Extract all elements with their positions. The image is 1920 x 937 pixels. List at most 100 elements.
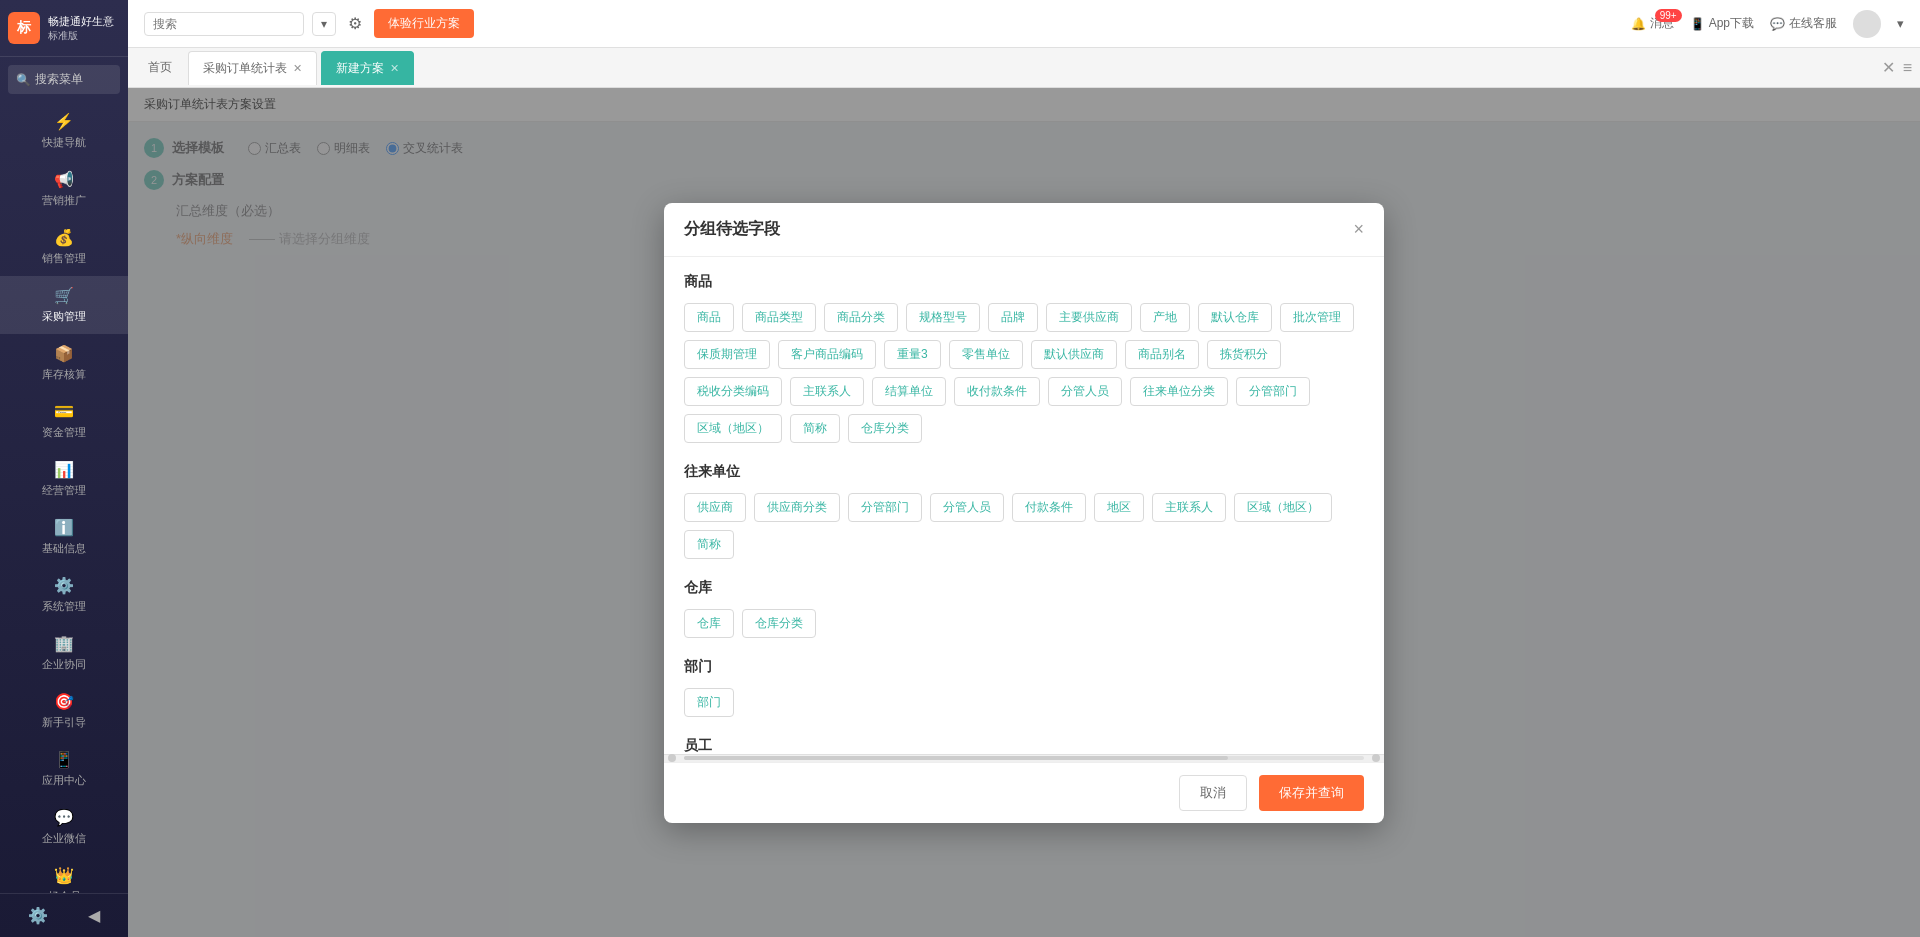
tag-goods-11[interactable]: 重量3 <box>884 340 941 369</box>
tab-new-plan[interactable]: 新建方案 ✕ <box>321 51 414 85</box>
sidebar-item-member[interactable]: 👑 畅会员 <box>0 856 128 893</box>
tag-goods-4[interactable]: 品牌 <box>988 303 1038 332</box>
modal-close-button[interactable]: × <box>1353 220 1364 238</box>
tag-goods-9[interactable]: 保质期管理 <box>684 340 770 369</box>
tag-goods-12[interactable]: 零售单位 <box>949 340 1023 369</box>
sidebar-nav: ⚡ 快捷导航 📢 营销推广 💰 销售管理 🛒 采购管理 📦 库存核算 💳 资金管… <box>0 102 128 893</box>
tabbar: 首页 采购订单统计表 ✕ 新建方案 ✕ ✕ ≡ <box>128 48 1920 88</box>
tab-new-plan-close[interactable]: ✕ <box>390 62 399 75</box>
tag-goods-25[interactable]: 仓库分类 <box>848 414 922 443</box>
tag-dept-0[interactable]: 部门 <box>684 688 734 717</box>
sidebar-search[interactable]: 🔍 搜索菜单 <box>0 57 128 102</box>
tag-goods-2[interactable]: 商品分类 <box>824 303 898 332</box>
tag-goods-19[interactable]: 收付款条件 <box>954 377 1040 406</box>
tag-goods-24[interactable]: 简称 <box>790 414 840 443</box>
tag-goods-20[interactable]: 分管人员 <box>1048 377 1122 406</box>
tag-cp-4[interactable]: 付款条件 <box>1012 493 1086 522</box>
sidebar-item-system[interactable]: ⚙️ 系统管理 <box>0 566 128 624</box>
settings-icon-btn[interactable]: ⚙ <box>348 14 362 33</box>
tag-goods-10[interactable]: 客户商品编码 <box>778 340 876 369</box>
modal-body[interactable]: 商品 商品 商品类型 商品分类 规格型号 品牌 主要供应商 产地 默认仓库 批次… <box>664 257 1384 755</box>
modal-footer: 取消 保存并查询 <box>664 762 1384 823</box>
wechat-icon: 💬 <box>54 808 74 827</box>
tag-wh-1[interactable]: 仓库分类 <box>742 609 816 638</box>
scroll-left-btn[interactable] <box>668 754 676 762</box>
user-dropdown-btn[interactable]: ▾ <box>1897 16 1904 31</box>
user-avatar[interactable] <box>1853 10 1881 38</box>
purchase-icon: 🛒 <box>54 286 74 305</box>
tag-cp-8[interactable]: 简称 <box>684 530 734 559</box>
section-warehouse-tags: 仓库 仓库分类 <box>684 609 1364 638</box>
tag-goods-3[interactable]: 规格型号 <box>906 303 980 332</box>
section-employee: 员工 业务员 <box>684 737 1364 755</box>
sidebar-item-wechat[interactable]: 💬 企业微信 <box>0 798 128 856</box>
operations-icon: 📊 <box>54 460 74 479</box>
app-download-item[interactable]: 📱 App下载 <box>1690 15 1754 32</box>
tag-goods-14[interactable]: 商品别名 <box>1125 340 1199 369</box>
tag-cp-0[interactable]: 供应商 <box>684 493 746 522</box>
tag-goods-0[interactable]: 商品 <box>684 303 734 332</box>
sidebar-logo: 标 畅捷通好生意 标准版 <box>0 0 128 57</box>
tag-goods-1[interactable]: 商品类型 <box>742 303 816 332</box>
sidebar-item-guide[interactable]: 🎯 新手引导 <box>0 682 128 740</box>
section-department-title: 部门 <box>684 658 1364 676</box>
sidebar-item-purchase[interactable]: 🛒 采购管理 <box>0 276 128 334</box>
collapse-button[interactable]: ◀ <box>84 902 104 929</box>
settings-bottom-button[interactable]: ⚙️ <box>24 902 52 929</box>
tab-purchase-stats[interactable]: 采购订单统计表 ✕ <box>188 51 317 85</box>
save-query-button[interactable]: 保存并查询 <box>1259 775 1364 811</box>
notification-item[interactable]: 🔔 消息 99+ <box>1631 15 1674 32</box>
tag-goods-13[interactable]: 默认供应商 <box>1031 340 1117 369</box>
sidebar-item-basic-info[interactable]: ℹ️ 基础信息 <box>0 508 128 566</box>
modal-title: 分组待选字段 <box>684 219 780 240</box>
tag-cp-6[interactable]: 主联系人 <box>1152 493 1226 522</box>
logo-text: 畅捷通好生意 标准版 <box>48 14 114 41</box>
tag-cp-3[interactable]: 分管人员 <box>930 493 1004 522</box>
section-department-tags: 部门 <box>684 688 1364 717</box>
tag-goods-7[interactable]: 默认仓库 <box>1198 303 1272 332</box>
sidebar-item-sales[interactable]: 💰 销售管理 <box>0 218 128 276</box>
sidebar-item-inventory[interactable]: 📦 库存核算 <box>0 334 128 392</box>
topbar-dropdown-btn[interactable]: ▾ <box>312 12 336 36</box>
marketing-icon: 📢 <box>54 170 74 189</box>
sidebar-item-finance[interactable]: 💳 资金管理 <box>0 392 128 450</box>
tag-goods-22[interactable]: 分管部门 <box>1236 377 1310 406</box>
cancel-button[interactable]: 取消 <box>1179 775 1247 811</box>
sidebar-item-enterprise[interactable]: 🏢 企业协同 <box>0 624 128 682</box>
tag-wh-0[interactable]: 仓库 <box>684 609 734 638</box>
sidebar-item-marketing[interactable]: 📢 营销推广 <box>0 160 128 218</box>
tag-goods-8[interactable]: 批次管理 <box>1280 303 1354 332</box>
tag-cp-1[interactable]: 供应商分类 <box>754 493 840 522</box>
sidebar: 标 畅捷通好生意 标准版 🔍 搜索菜单 ⚡ 快捷导航 📢 营销推广 💰 销售管理… <box>0 0 128 937</box>
tag-goods-23[interactable]: 区域（地区） <box>684 414 782 443</box>
tab-close-all-btn[interactable]: ✕ <box>1882 58 1895 77</box>
tag-goods-15[interactable]: 拣货积分 <box>1207 340 1281 369</box>
tag-cp-2[interactable]: 分管部门 <box>848 493 922 522</box>
sidebar-item-quick-nav[interactable]: ⚡ 快捷导航 <box>0 102 128 160</box>
section-warehouse-title: 仓库 <box>684 579 1364 597</box>
topbar-search-input[interactable] <box>144 12 304 36</box>
tag-cp-5[interactable]: 地区 <box>1094 493 1144 522</box>
tag-cp-7[interactable]: 区域（地区） <box>1234 493 1332 522</box>
tag-goods-18[interactable]: 结算单位 <box>872 377 946 406</box>
tag-goods-5[interactable]: 主要供应商 <box>1046 303 1132 332</box>
search-menu-button[interactable]: 🔍 搜索菜单 <box>8 65 120 94</box>
scroll-right-btn[interactable] <box>1372 754 1380 762</box>
sidebar-item-app-center[interactable]: 📱 应用中心 <box>0 740 128 798</box>
field-select-modal: 分组待选字段 × 商品 商品 商品类型 商品分类 规格型号 品牌 主要供应商 <box>664 203 1384 823</box>
basic-info-icon: ℹ️ <box>54 518 74 537</box>
online-service-item[interactable]: 💬 在线客服 <box>1770 15 1837 32</box>
tab-purchase-stats-close[interactable]: ✕ <box>293 62 302 75</box>
tab-menu-btn[interactable]: ≡ <box>1903 59 1912 77</box>
tag-goods-21[interactable]: 往来单位分类 <box>1130 377 1228 406</box>
member-icon: 👑 <box>54 866 74 885</box>
tag-goods-17[interactable]: 主联系人 <box>790 377 864 406</box>
modal-hscrollbar[interactable] <box>664 754 1384 761</box>
tag-goods-6[interactable]: 产地 <box>1140 303 1190 332</box>
tab-home[interactable]: 首页 <box>136 51 184 84</box>
sidebar-item-operations[interactable]: 📊 经营管理 <box>0 450 128 508</box>
tag-goods-16[interactable]: 税收分类编码 <box>684 377 782 406</box>
experience-plan-button[interactable]: 体验行业方案 <box>374 9 474 38</box>
sales-icon: 💰 <box>54 228 74 247</box>
section-goods-title: 商品 <box>684 273 1364 291</box>
